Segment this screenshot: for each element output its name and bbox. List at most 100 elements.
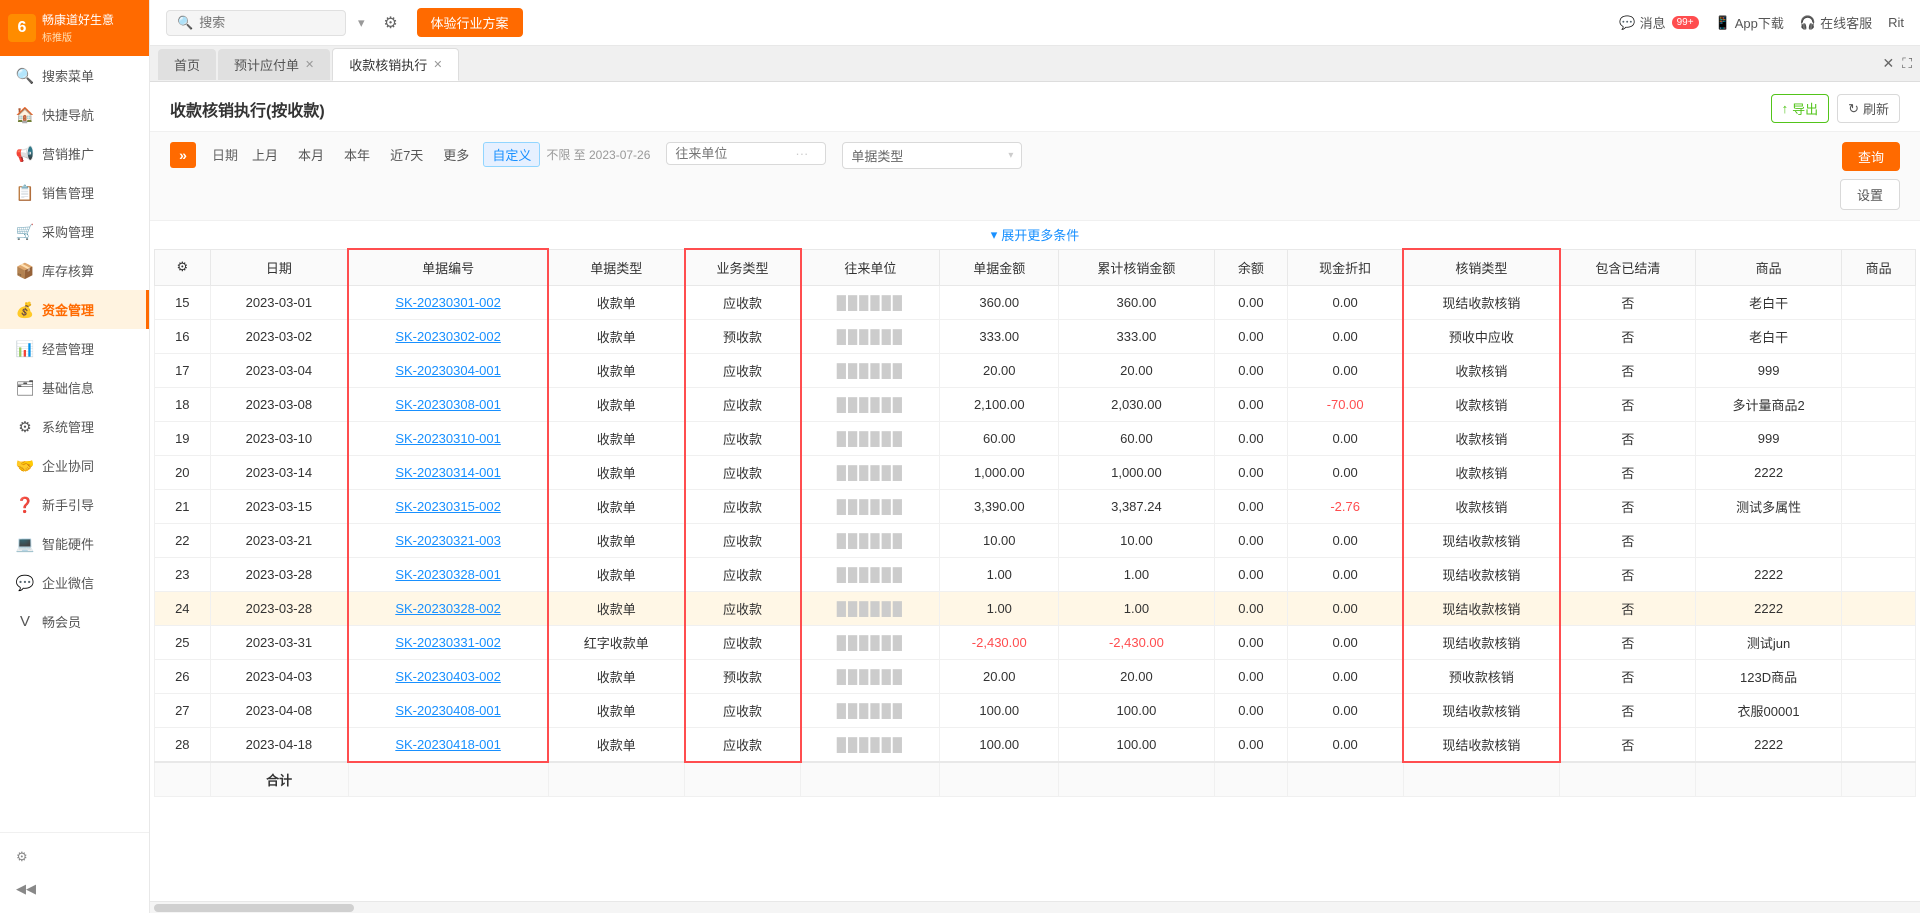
date-option-近7天[interactable]: 近7天 [382,143,431,166]
table-cell: 否 [1560,354,1696,388]
tab-close-all[interactable]: ✕ [1882,55,1894,72]
sidebar-collapse[interactable]: ◀◀ [0,873,149,905]
tab-label: 预计应付单 [234,55,299,74]
table-cell[interactable]: SK-20230314-001 [348,456,548,490]
table-cell: 0.00 [1288,626,1403,660]
table-cell: 否 [1560,320,1696,354]
table-cell: 1.00 [1059,558,1214,592]
table-cell[interactable]: SK-20230321-003 [348,524,548,558]
date-option-上月[interactable]: 上月 [244,143,286,166]
table-cell[interactable]: SK-20230304-001 [348,354,548,388]
table-cell: 2222 [1696,728,1842,763]
table-cell: 预收款 [685,660,801,694]
online-service-button[interactable]: 🎧 在线客服 [1800,13,1872,32]
sidebar-item-资金管理[interactable]: 💰资金管理 [0,290,149,329]
solution-button[interactable]: 体验行业方案 [417,8,523,37]
counterparty-input[interactable] [675,146,795,161]
sidebar-bottom: ⚙ ◀◀ [0,832,149,913]
date-option-本月[interactable]: 本月 [290,143,332,166]
table-cell: 100.00 [1059,728,1214,763]
messages-button[interactable]: 💬 消息 99+ [1619,13,1698,32]
page-title: 收款核销执行(按收款) [170,97,325,121]
col-header-8: 余额 [1214,249,1288,286]
sidebar-item-搜索菜单[interactable]: 🔍搜索菜单 [0,56,149,95]
sidebar-item-快捷导航[interactable]: 🏠快捷导航 [0,95,149,134]
table-cell: 否 [1560,694,1696,728]
table-cell: 应收款 [685,422,801,456]
table-cell[interactable]: SK-20230301-002 [348,286,548,320]
date-option-本年[interactable]: 本年 [336,143,378,166]
sidebar-item-畅会员[interactable]: V畅会员 [0,602,149,641]
tab-expand[interactable]: ⛶ [1902,55,1912,72]
logo-badge: 标推版 [42,29,114,44]
user-avatar[interactable]: Rit [1888,15,1904,30]
sidebar-item-基础信息[interactable]: 🗂基础信息 [0,368,149,407]
filter-settings-button[interactable]: 设置 [1840,179,1900,210]
tab-预计应付单[interactable]: 预计应付单 ✕ [218,49,330,80]
scroll-thumb[interactable] [154,904,354,912]
table-cell: 收款单 [548,286,684,320]
tab-首页[interactable]: 首页 [158,49,216,80]
table-cell[interactable]: SK-20230328-001 [348,558,548,592]
topbar-search-input[interactable] [199,15,319,30]
sidebar-item-企业微信[interactable]: 💬企业微信 [0,563,149,602]
table-cell: 25 [155,626,211,660]
total-cell [348,762,548,797]
sidebar-item-新手引导[interactable]: ❓新手引导 [0,485,149,524]
table-cell: ██████ [801,592,940,626]
expand-more-row[interactable]: ▾ 展开更多条件 [150,221,1920,248]
table-cell[interactable]: SK-20230308-001 [348,388,548,422]
col-header-3: 单据类型 [548,249,684,286]
tab-close-icon[interactable]: ✕ [305,58,314,71]
table-row: 282023-04-18SK-20230418-001收款单应收款██████1… [155,728,1916,763]
tab-close-icon[interactable]: ✕ [433,58,442,71]
sidebar-item-label: 新手引导 [42,495,94,514]
table-cell[interactable]: SK-20230328-002 [348,592,548,626]
date-option-更多[interactable]: 更多 [435,143,477,166]
topbar-search-wrap[interactable]: 🔍 [166,10,346,36]
table-cell: 应收款 [685,286,801,320]
table-container: ⚙日期单据编号单据类型业务类型往来单位单据金额累计核销金额余额现金折扣核销类型包… [150,248,1920,901]
table-row: 272023-04-08SK-20230408-001收款单应收款██████1… [155,694,1916,728]
table-cell: 2023-03-28 [210,592,348,626]
sidebar-item-label: 经营管理 [42,339,94,358]
table-cell[interactable]: SK-20230302-002 [348,320,548,354]
table-cell[interactable]: SK-20230310-001 [348,422,548,456]
export-button[interactable]: ↑ 导出 [1771,94,1830,123]
query-button[interactable]: 查询 [1842,142,1900,171]
sidebar-logo: 6 畅康道好生意 标推版 [0,0,149,56]
refresh-button[interactable]: ↻ 刷新 [1837,94,1900,123]
counterparty-input-wrap[interactable]: ··· [666,142,826,165]
message-icon: 💬 [1619,15,1635,31]
sidebar-item-label: 销售管理 [42,183,94,202]
app-download-button[interactable]: 📱 App下载 [1715,13,1784,32]
table-cell[interactable]: SK-20230331-002 [348,626,548,660]
sidebar-item-营销推广[interactable]: 📢营销推广 [0,134,149,173]
topbar-gear-button[interactable]: ⚙ [377,9,405,37]
table-cell: 0.00 [1288,660,1403,694]
table-cell: 0.00 [1288,592,1403,626]
sidebar-item-企业协同[interactable]: 🤝企业协同 [0,446,149,485]
sidebar-bottom-settings[interactable]: ⚙ [0,841,149,873]
date-label: 日期 [212,145,238,164]
table-cell[interactable]: SK-20230408-001 [348,694,548,728]
table-cell[interactable]: SK-20230403-002 [348,660,548,694]
sidebar-item-采购管理[interactable]: 🛒采购管理 [0,212,149,251]
sidebar-item-经营管理[interactable]: 📊经营管理 [0,329,149,368]
sidebar-item-库存核算[interactable]: 📦库存核算 [0,251,149,290]
search-icon: 🔍 [177,15,193,31]
table-cell[interactable]: SK-20230418-001 [348,728,548,763]
table-cell[interactable]: SK-20230315-002 [348,490,548,524]
sidebar-item-智能硬件[interactable]: 💻智能硬件 [0,524,149,563]
tab-收款核销执行[interactable]: 收款核销执行✕ [332,48,459,81]
filter-date-group: 日期 上月本月本年近7天更多 自定义 不限 至 2023-07-26 [212,142,650,167]
table-cell: 0.00 [1214,286,1288,320]
date-custom-option[interactable]: 自定义 [483,142,540,167]
sidebar-item-系统管理[interactable]: ⚙系统管理 [0,407,149,446]
filter-expand-button[interactable]: » [170,142,196,168]
sidebar-item-销售管理[interactable]: 📋销售管理 [0,173,149,212]
horizontal-scrollbar[interactable] [150,901,1920,913]
bill-type-select[interactable]: 单据类型 ▾ [842,142,1022,169]
table-cell: 应收款 [685,354,801,388]
table-cell [1842,728,1916,763]
